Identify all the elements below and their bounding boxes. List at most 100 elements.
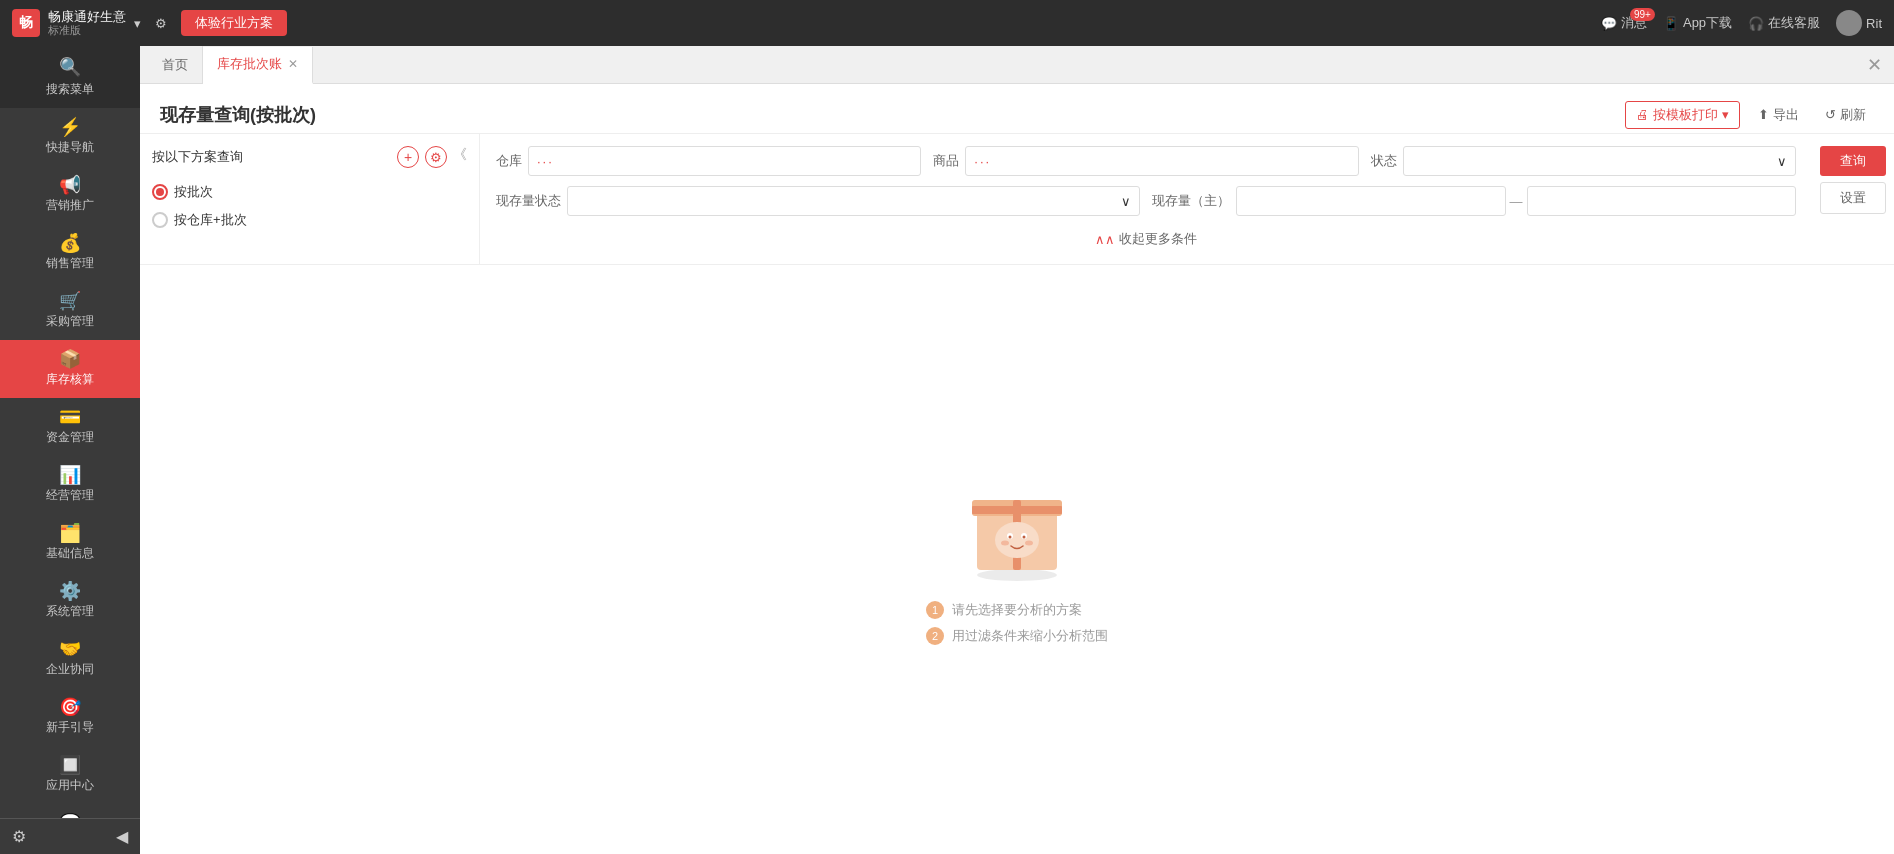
messages-button[interactable]: 💬 消息 99+ [1601,14,1647,32]
hint-num-1: 1 [926,601,944,619]
filter-product-field: 商品 ··· [933,146,1358,176]
topbar-right: 💬 消息 99+ 📱 App下载 🎧 在线客服 Rit [1601,10,1882,36]
print-icon: 🖨 [1636,107,1649,122]
content-area: 首页 库存批次账 ✕ ✕ 现存量查询(按批次) 🖨 按模板打印 ▾ ⬆ 导出 [140,46,1894,854]
tab-batch[interactable]: 库存批次账 ✕ [203,47,313,84]
sidebar-bottom: ⚙ ◀ [0,818,140,854]
stock-qty-label: 现存量（主） [1152,192,1230,210]
stock-status-arrow-icon: ∨ [1121,194,1131,209]
tab-close-icon[interactable]: ✕ [288,57,298,71]
messages-badge: 99+ [1630,8,1655,21]
filter-row-1: 仓库 ··· 商品 ··· 状态 [496,146,1796,176]
filter-conditions: 仓库 ··· 商品 ··· 状态 [480,134,1812,264]
scheme-settings-button[interactable]: ⚙ [425,146,447,168]
app-download-button[interactable]: 📱 App下载 [1663,14,1732,32]
tab-home-label: 首页 [162,56,188,74]
svg-point-9 [1023,535,1026,538]
stock-qty-min[interactable] [1236,186,1506,216]
experience-button[interactable]: 体验行业方案 [181,10,287,36]
warehouse-label: 仓库 [496,152,522,170]
tab-home[interactable]: 首页 [148,46,203,83]
svg-point-10 [1001,540,1009,545]
settings-icon[interactable]: ⚙ [12,827,26,846]
sidebar-item-sales[interactable]: 💰 销售管理 [0,224,140,282]
add-icon: + [404,149,412,165]
empty-illustration [957,475,1077,585]
filter-collapse-button[interactable]: 《 [453,146,467,168]
scheme-item-warehouse-batch[interactable]: 按仓库+批次 [152,206,467,234]
filter-panel: 按以下方案查询 + ⚙ 《 按批次 [140,134,1894,265]
sidebar-item-enterprise[interactable]: 🤝 企业协同 [0,630,140,688]
hint-1: 1 请先选择要分析的方案 [926,601,1108,619]
tab-batch-label: 库存批次账 [217,55,282,73]
warehouse-input[interactable]: ··· [528,146,921,176]
user-name: Rit [1866,16,1882,31]
page-header: 现存量查询(按批次) 🖨 按模板打印 ▾ ⬆ 导出 ↺ 刷新 [140,84,1894,134]
page-close-icon[interactable]: ✕ [1863,54,1886,76]
newbie-icon: 🎯 [59,698,81,716]
marketing-icon: 📢 [59,176,81,194]
print-button[interactable]: 🖨 按模板打印 ▾ [1625,101,1740,129]
refresh-button[interactable]: ↺ 刷新 [1817,102,1874,128]
filter-stock-status-field: 现存量状态 ∨ [496,186,1140,216]
hint-text-1: 请先选择要分析的方案 [952,601,1082,619]
sidebar-label: 企业协同 [46,661,94,678]
sidebar-label: 经营管理 [46,487,94,504]
sidebar-item-wechat[interactable]: 💬 企业微信 [0,804,140,818]
sidebar-label: 新手引导 [46,719,94,736]
svg-point-8 [1009,535,1012,538]
scheme-item-batch[interactable]: 按批次 [152,178,467,206]
online-service-button[interactable]: 🎧 在线客服 [1748,14,1820,32]
appstore-icon: 🔲 [59,756,81,774]
tab-bar: 首页 库存批次账 ✕ ✕ [140,46,1894,84]
export-label: 导出 [1773,106,1799,124]
brand-name: 畅康通好生意 [48,9,126,25]
sales-icon: 💰 [59,234,81,252]
scheme-warehouse-batch-label: 按仓库+批次 [174,211,247,229]
stock-status-select[interactable]: ∨ [567,186,1140,216]
print-dropdown-icon: ▾ [1722,107,1729,122]
sidebar-item-shortcuts[interactable]: ⚡ 快捷导航 [0,108,140,166]
collapse-sidebar-icon[interactable]: ◀ [116,827,128,846]
radio-active-icon [152,184,168,200]
status-arrow-icon: ∨ [1777,154,1787,169]
svg-point-11 [1025,540,1033,545]
radio-inactive-icon [152,212,168,228]
sidebar-item-system[interactable]: ⚙️ 系统管理 [0,572,140,630]
export-button[interactable]: ⬆ 导出 [1750,102,1807,128]
filter-status-field: 状态 ∨ [1371,146,1796,176]
action-buttons: 查询 设置 [1812,134,1894,264]
sidebar-item-finance[interactable]: 💳 资金管理 [0,398,140,456]
sidebar-label: 系统管理 [46,603,94,620]
status-select[interactable]: ∨ [1403,146,1796,176]
sidebar-item-appstore[interactable]: 🔲 应用中心 [0,746,140,804]
app-download-label: App下载 [1683,14,1732,32]
app-logo: 畅 [12,9,40,37]
page-title: 现存量查询(按批次) [160,103,316,127]
query-button[interactable]: 查询 [1820,146,1886,176]
topbar-dropdown[interactable]: ▾ [134,16,141,31]
product-input[interactable]: ··· [965,146,1358,176]
filter-scheme-header: 按以下方案查询 + ⚙ 《 [152,146,467,168]
sidebar-item-inventory[interactable]: 📦 库存核算 [0,340,140,398]
topbar-gear-icon[interactable]: ⚙ [149,11,173,35]
stock-qty-max[interactable] [1527,186,1797,216]
sidebar-item-basic[interactable]: 🗂️ 基础信息 [0,514,140,572]
add-scheme-button[interactable]: + [397,146,419,168]
svg-rect-4 [972,506,1062,514]
svg-point-0 [977,569,1057,581]
collapse-more-button[interactable]: ∧∧ 收起更多条件 [496,226,1796,252]
sidebar-item-newbie[interactable]: 🎯 新手引导 [0,688,140,746]
sidebar-label: 库存核算 [46,371,94,388]
settings-button[interactable]: 设置 [1820,182,1886,214]
user-profile[interactable]: Rit [1836,10,1882,36]
sidebar-item-operations[interactable]: 📊 经营管理 [0,456,140,514]
empty-box-svg [957,475,1077,585]
sidebar-item-search[interactable]: 🔍 搜索菜单 [0,46,140,108]
sidebar-item-marketing[interactable]: 📢 营销推广 [0,166,140,224]
shortcuts-icon: ⚡ [59,118,81,136]
operations-icon: 📊 [59,466,81,484]
refresh-icon: ↺ [1825,107,1836,122]
sidebar-item-purchase[interactable]: 🛒 采购管理 [0,282,140,340]
hint-2: 2 用过滤条件来缩小分析范围 [926,627,1108,645]
